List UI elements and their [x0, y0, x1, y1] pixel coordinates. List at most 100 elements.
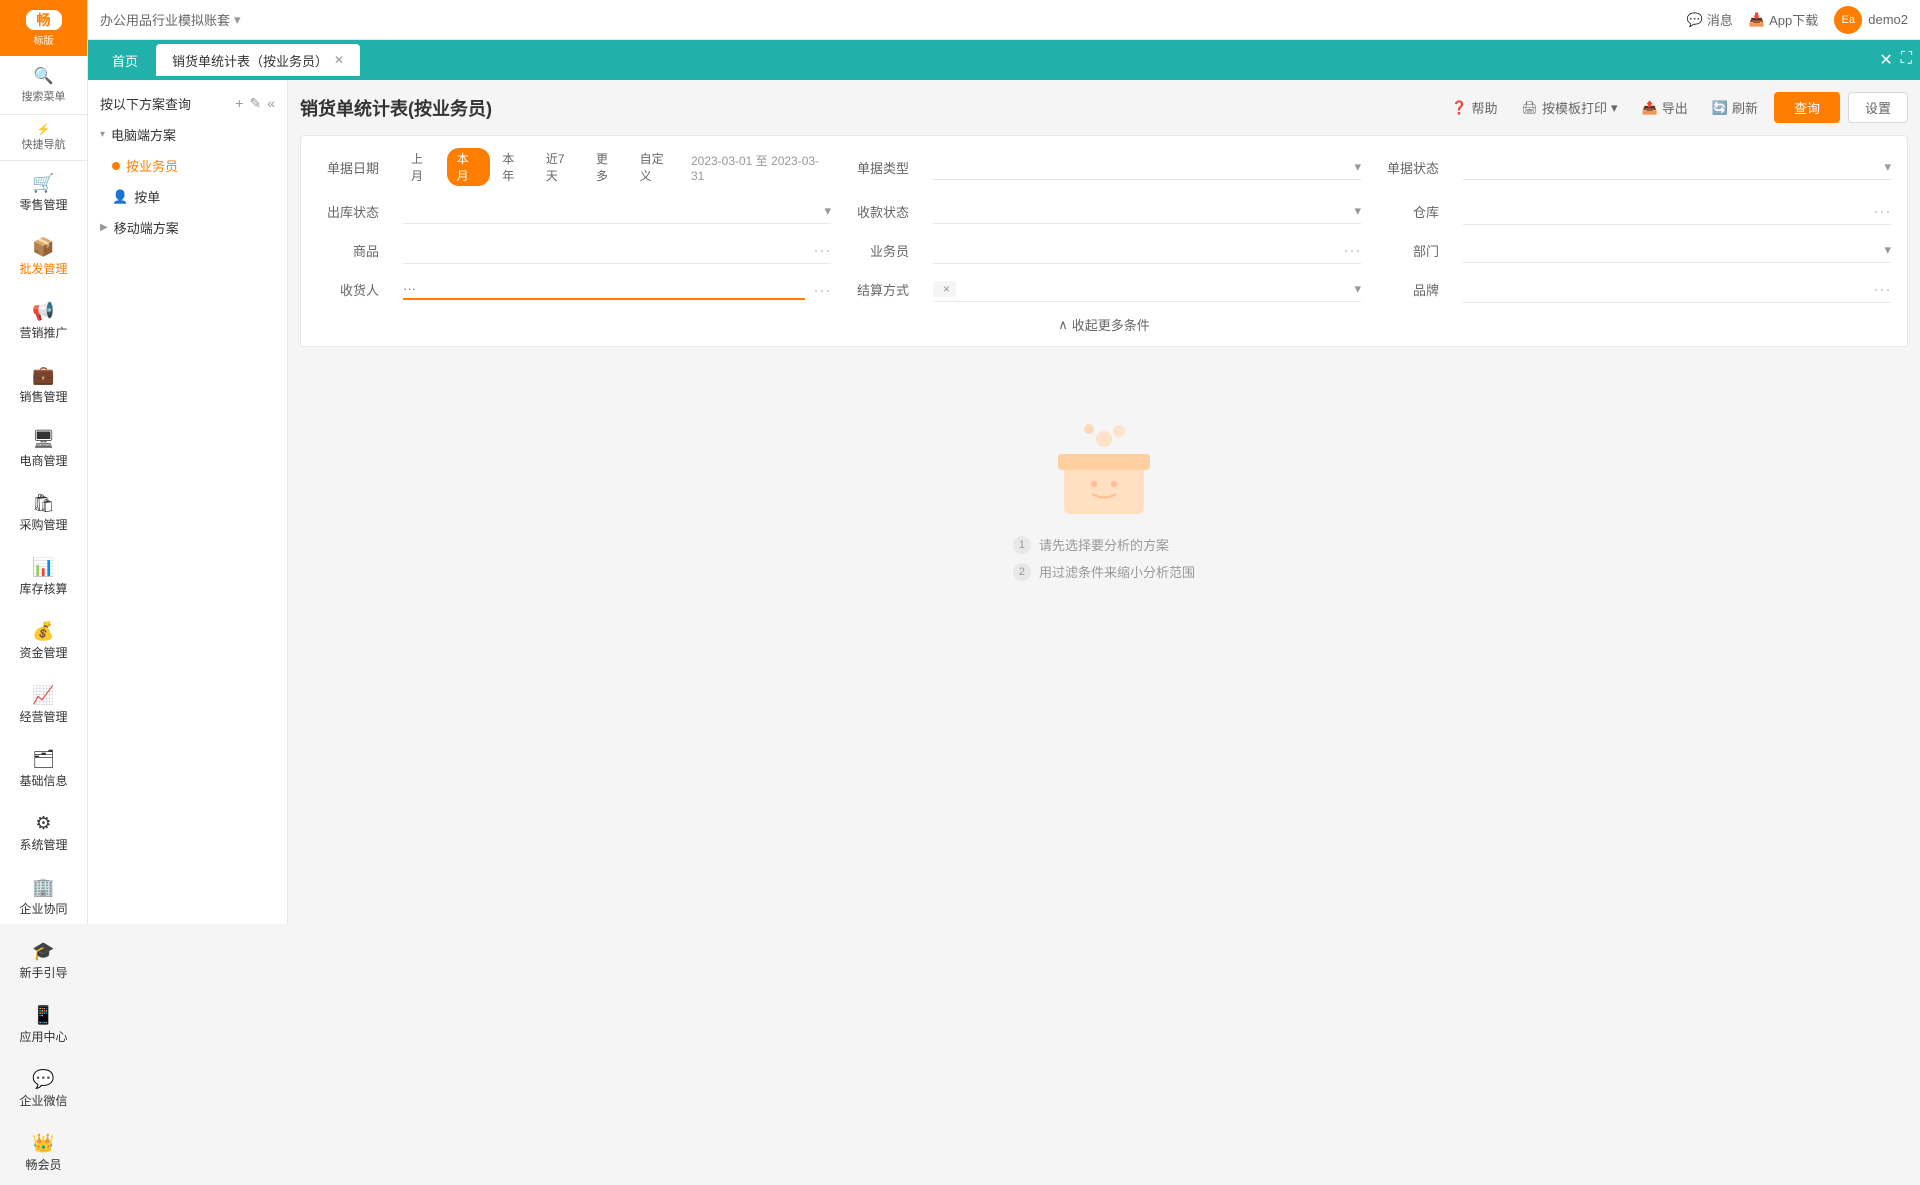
salesperson-control: ···	[933, 237, 1361, 264]
goods-select[interactable]: ···	[403, 237, 831, 264]
date-tab-current-year[interactable]: 本年	[494, 148, 534, 186]
sidebar-item-ecom[interactable]: 🖥 电商管理	[0, 417, 87, 481]
warehouse-dots-icon[interactable]: ···	[1873, 202, 1891, 220]
sidebar-item-member[interactable]: 👑 畅会员	[0, 1121, 87, 1185]
brand-select[interactable]: ···	[1463, 276, 1891, 303]
tree-item-by-salesperson[interactable]: 按业务员	[88, 150, 287, 181]
download-icon: 📥	[1749, 12, 1765, 28]
tree-folder-mobile[interactable]: ▶ 移动端方案	[88, 212, 287, 243]
tree-folder-desktop[interactable]: ▾ 电脑端方案	[88, 119, 287, 150]
salesperson-select[interactable]: ···	[933, 237, 1361, 264]
sidebar-item-basic[interactable]: 🗂 基础信息	[0, 737, 87, 801]
doc-status-label: 单据状态	[1377, 158, 1447, 177]
settings-button[interactable]: 设置	[1848, 92, 1908, 123]
salesperson-dots-icon[interactable]: ···	[1343, 241, 1361, 259]
date-tab-current-month[interactable]: 本月	[447, 148, 491, 186]
export-button[interactable]: 📤 导出	[1634, 94, 1696, 121]
logo-subtitle: 标版	[34, 32, 54, 47]
warehouse-select[interactable]: ···	[1463, 198, 1891, 225]
ecom-icon: 🖥	[32, 429, 55, 450]
member-icon: 👑	[32, 1133, 54, 1154]
out-status-dropdown-icon: ▾	[824, 203, 831, 219]
goods-dots-icon[interactable]: ···	[813, 241, 831, 259]
filter-row-1: 单据日期 上月 本月 本年 近7天 更多 自定义 2023-03-01 至 20…	[317, 148, 1891, 186]
payment-method-tag-close-icon[interactable]: ×	[943, 282, 950, 296]
brand-control: ···	[1463, 276, 1891, 303]
tab-maximize-icon[interactable]: ⛶	[1901, 50, 1912, 70]
dropdown-chevron-icon[interactable]: ▾	[234, 12, 241, 28]
sidebar-item-sales[interactable]: 💼 销售管理	[0, 353, 87, 417]
appstore-label: 应用中心	[19, 1028, 67, 1045]
recipient-input[interactable]	[403, 279, 805, 300]
tab-sales-stat[interactable]: 销货单统计表（按业务员） ✕	[156, 44, 360, 76]
query-button[interactable]: 查询	[1774, 92, 1840, 123]
sidebar-item-wechat[interactable]: 💬 企业微信	[0, 1057, 87, 1121]
payment-method-select[interactable]: × ▾	[933, 277, 1361, 302]
sidebar-item-marketing[interactable]: 📢 营销推广	[0, 289, 87, 353]
date-tab-last7days[interactable]: 近7天	[538, 148, 584, 186]
sidebar-item-inventory[interactable]: 📊 库存核算	[0, 545, 87, 609]
user-profile-action[interactable]: Ea demo2	[1834, 6, 1908, 34]
date-tab-last-month[interactable]: 上月	[403, 148, 443, 186]
recipient-dots-icon[interactable]: ···	[813, 281, 831, 299]
print-icon: 🖨	[1522, 100, 1539, 116]
sidebar-item-wholesale[interactable]: 📦 批发管理	[0, 225, 87, 289]
refresh-button[interactable]: 🔄 刷新	[1704, 94, 1766, 121]
collapse-panel-button[interactable]: «	[267, 95, 275, 112]
sidebar-item-retail[interactable]: 🛒 零售管理	[0, 161, 87, 225]
topbar-actions: 💬 消息 📥 App下载 Ea demo2	[1687, 6, 1908, 34]
doc-type-dropdown-icon: ▾	[1354, 159, 1361, 175]
doc-type-select[interactable]: ▾	[933, 155, 1361, 180]
out-status-select[interactable]: ▾	[403, 199, 831, 224]
tab-home[interactable]: 首页	[96, 44, 154, 76]
payment-status-select[interactable]: ▾	[933, 199, 1361, 224]
help-button[interactable]: ❓ 帮助	[1443, 94, 1505, 121]
tree-folder-desktop-label: 电脑端方案	[111, 125, 176, 144]
doc-status-select[interactable]: ▾	[1463, 155, 1891, 180]
dept-select[interactable]: ▾	[1463, 238, 1891, 263]
tree-folder-mobile-label: 移动端方案	[114, 218, 179, 237]
payment-method-label: 结算方式	[847, 280, 917, 299]
empty-state: 1 请先选择要分析的方案 2 用过滤条件来缩小分析范围	[300, 359, 1908, 641]
sidebar-item-system[interactable]: ⚙ 系统管理	[0, 801, 87, 865]
sidebar-search[interactable]: 🔍 搜索菜单	[0, 56, 87, 115]
add-scheme-button[interactable]: +	[235, 95, 243, 112]
warehouse-label: 仓库	[1377, 202, 1447, 221]
edit-scheme-button[interactable]: ✎	[249, 95, 261, 112]
corp-icon: 🏢	[32, 877, 54, 898]
print-button[interactable]: 🖨 按模板打印 ▾	[1514, 94, 1626, 121]
left-panel-header: 按以下方案查询 + ✎ «	[88, 88, 287, 119]
topbar-title: 办公用品行业模拟账套 ▾	[100, 10, 1679, 29]
brand-dots-icon[interactable]: ···	[1873, 280, 1891, 298]
sidebar-item-appstore[interactable]: 📱 应用中心	[0, 993, 87, 1057]
quick-icon: ⚡	[37, 123, 51, 136]
page-header-actions: ❓ 帮助 🖨 按模板打印 ▾ 📤 导出 🔄 刷新	[1443, 92, 1908, 123]
wholesale-label: 批发管理	[19, 260, 67, 277]
tree-item-by-order[interactable]: 👤 按单	[88, 181, 287, 212]
sidebar-quick-nav[interactable]: ⚡ 快捷导航	[0, 115, 87, 161]
refresh-icon: 🔄	[1712, 100, 1728, 116]
basic-label: 基础信息	[19, 772, 67, 789]
recipient-control: ···	[403, 279, 831, 300]
goods-control: ···	[403, 237, 831, 264]
date-tabs: 上月 本月 本年 近7天 更多 自定义	[403, 148, 683, 186]
message-action[interactable]: 💬 消息	[1687, 10, 1733, 29]
collapse-button[interactable]: ∧ 收起更多条件	[1058, 315, 1150, 334]
search-icon: 🔍	[34, 66, 54, 86]
collapse-button-area: ∧ 收起更多条件	[317, 315, 1891, 334]
sidebar-item-newbie[interactable]: 🎓 新手引导	[0, 929, 87, 993]
tab-sales-stat-label: 销货单统计表（按业务员）	[172, 51, 328, 70]
date-tab-more[interactable]: 更多	[588, 148, 628, 186]
tab-home-label: 首页	[112, 51, 138, 70]
tab-close-icon[interactable]: ✕	[334, 53, 344, 67]
sidebar-item-operations[interactable]: 📈 经营管理	[0, 673, 87, 737]
sidebar-item-purchase[interactable]: 🛍 采购管理	[0, 481, 87, 545]
sidebar-item-corp[interactable]: 🏢 企业协同	[0, 865, 87, 929]
date-tab-custom[interactable]: 自定义	[632, 148, 683, 186]
empty-hint-1: 1 请先选择要分析的方案	[1013, 535, 1195, 554]
app-download-action[interactable]: 📥 App下载	[1749, 10, 1818, 29]
finance-label: 资金管理	[19, 644, 67, 661]
tab-close-window-icon[interactable]: ✕	[1879, 50, 1892, 70]
sidebar-item-finance[interactable]: 💰 资金管理	[0, 609, 87, 673]
print-label: 按模板打印	[1542, 98, 1607, 117]
